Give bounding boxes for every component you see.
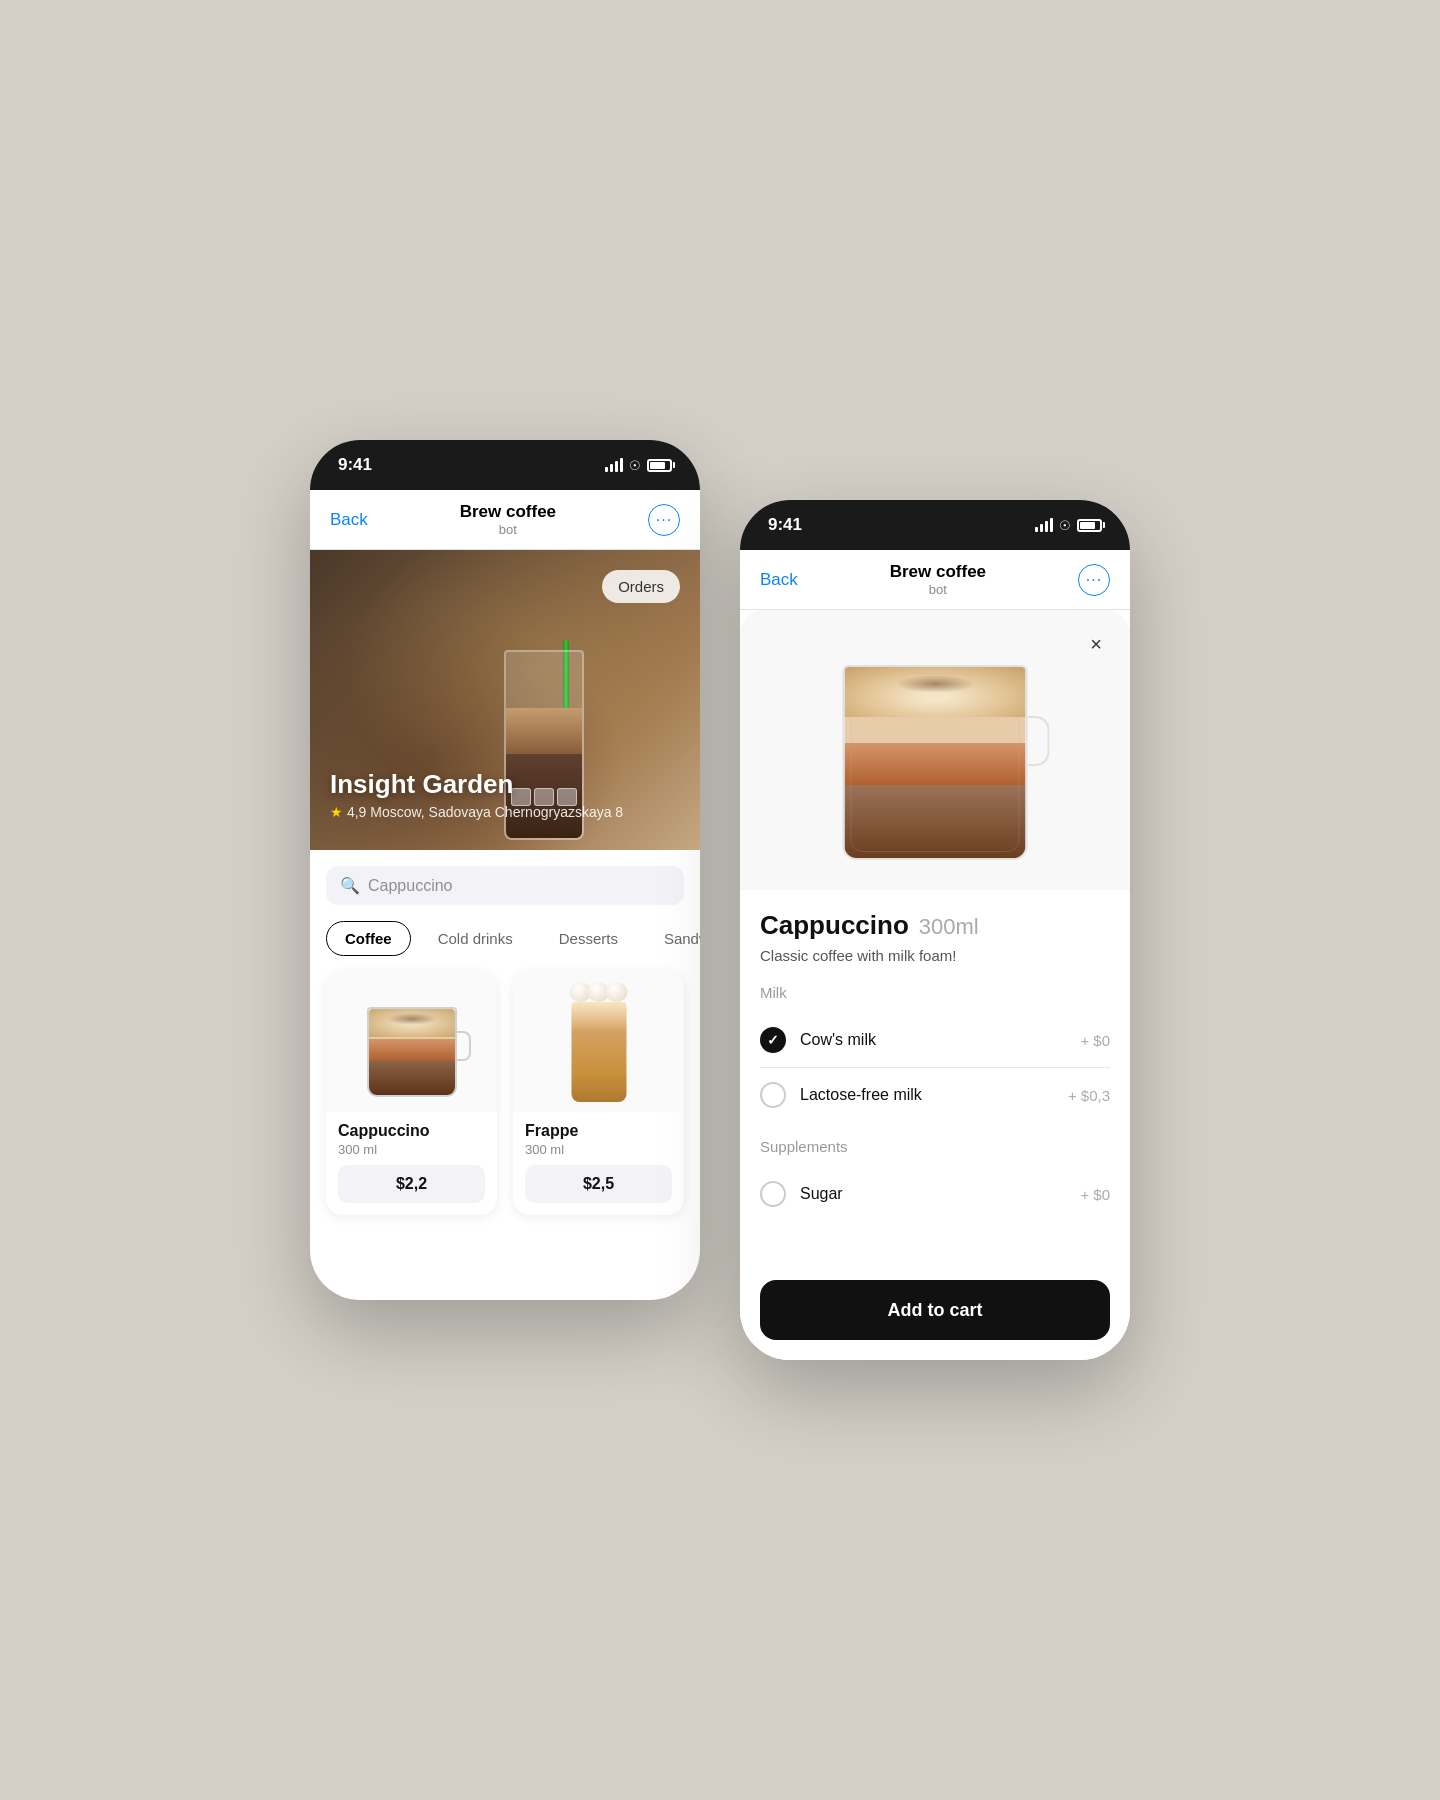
product-title-row: Cappuccino 300ml xyxy=(760,910,1110,941)
detail-product-volume: 300ml xyxy=(919,914,979,940)
frappe-image-area xyxy=(513,972,684,1112)
frappe-info: Frappe 300 ml $2,5 xyxy=(513,1112,684,1215)
status-icons-right: ☉ xyxy=(1035,518,1102,533)
more-button-left[interactable]: ··· xyxy=(648,504,680,536)
cappuccino-info: Cappuccino 300 ml $2,2 xyxy=(326,1112,497,1215)
detail-card: × xyxy=(740,610,1130,1360)
back-button-right[interactable]: Back xyxy=(760,570,798,590)
product-card-frappe: Frappe 300 ml $2,5 xyxy=(513,972,684,1215)
cappuccino-price-button[interactable]: $2,2 xyxy=(338,1165,485,1203)
milk-group-label: Milk xyxy=(760,984,1110,1001)
radio-sugar[interactable] xyxy=(760,1181,786,1207)
menu-body: Insight Garden ★ 4,9 Moscow, Sadovaya Ch… xyxy=(310,550,700,1300)
search-input[interactable]: Cappuccino xyxy=(368,877,453,895)
nav-title-sub-left: bot xyxy=(460,522,556,537)
nav-bar-right: Back Brew coffee bot ··· xyxy=(740,550,1130,610)
frappe-name: Frappe xyxy=(525,1122,672,1140)
detail-product-description: Classic coffee with milk foam! xyxy=(760,947,1110,964)
phone-detail-screen: 9:41 ☉ Back Brew coffee bot ··· × xyxy=(740,500,1130,1360)
radio-lactose-free[interactable] xyxy=(760,1082,786,1108)
frappe-volume: 300 ml xyxy=(525,1142,672,1157)
milk-option-group: Milk ✓ Cow's milk + $0 Lactose-free milk… xyxy=(760,984,1110,1122)
detail-content: Cappuccino 300ml Classic coffee with mil… xyxy=(740,890,1130,1264)
wifi-icon-right: ☉ xyxy=(1059,518,1071,533)
search-box[interactable]: 🔍 Cappuccino xyxy=(326,866,684,905)
sugar-price: + $0 xyxy=(1080,1186,1110,1203)
add-to-cart-button[interactable]: Add to cart xyxy=(760,1280,1110,1340)
tab-sandwich[interactable]: Sandwich xyxy=(645,921,700,956)
back-button-left[interactable]: Back xyxy=(330,510,368,530)
status-bar-left: 9:41 ☉ xyxy=(310,440,700,490)
cows-milk-label: Cow's milk xyxy=(800,1031,1066,1049)
cappuccino-volume: 300 ml xyxy=(338,1142,485,1157)
detail-body: × xyxy=(740,610,1130,1360)
cappuccino-image-area xyxy=(326,972,497,1112)
sugar-label: Sugar xyxy=(800,1185,1066,1203)
lactose-free-label: Lactose-free milk xyxy=(800,1086,1054,1104)
supplements-group-label: Supplements xyxy=(760,1138,1110,1155)
tab-coffee[interactable]: Coffee xyxy=(326,921,411,956)
hero-address: Moscow, Sadovaya Chernogryazskaya 8 xyxy=(370,804,623,820)
products-grid: Cappuccino 300 ml $2,2 xyxy=(310,964,700,1235)
nav-title-right: Brew coffee bot xyxy=(890,562,986,597)
hero-title: Insight Garden xyxy=(330,769,623,800)
signal-icon-right xyxy=(1035,518,1053,532)
wifi-icon-left: ☉ xyxy=(629,458,641,473)
detail-product-name: Cappuccino xyxy=(760,910,909,941)
detail-cappuccino-illustration xyxy=(835,640,1035,860)
more-dots-icon-left: ··· xyxy=(656,512,672,528)
supplements-option-group: Supplements Sugar + $0 xyxy=(760,1138,1110,1221)
status-time-right: 9:41 xyxy=(768,515,802,535)
milk-option-cows[interactable]: ✓ Cow's milk + $0 xyxy=(760,1013,1110,1068)
status-icons-left: ☉ xyxy=(605,458,672,473)
check-icon: ✓ xyxy=(767,1032,779,1048)
search-section: 🔍 Cappuccino xyxy=(310,850,700,913)
frappe-illustration xyxy=(559,982,639,1102)
milk-option-lactose-free[interactable]: Lactose-free milk + $0,3 xyxy=(760,1068,1110,1122)
search-icon: 🔍 xyxy=(340,876,360,895)
status-time-left: 9:41 xyxy=(338,455,372,475)
nav-title-main-left: Brew coffee xyxy=(460,502,556,522)
nav-title-left: Brew coffee bot xyxy=(460,502,556,537)
star-icon: ★ xyxy=(330,804,343,820)
frappe-price-button[interactable]: $2,5 xyxy=(525,1165,672,1203)
battery-icon-right xyxy=(1077,519,1102,532)
status-bar-right: 9:41 ☉ xyxy=(740,500,1130,550)
radio-cows-milk[interactable]: ✓ xyxy=(760,1027,786,1053)
category-tabs: Coffee Cold drinks Desserts Sandwich xyxy=(310,913,700,964)
rating-value: 4,9 xyxy=(347,804,366,820)
nav-title-sub-right: bot xyxy=(890,582,986,597)
phone-menu-screen: 9:41 ☉ Back Brew coffee bot ··· xyxy=(310,440,700,1300)
supplement-option-sugar[interactable]: Sugar + $0 xyxy=(760,1167,1110,1221)
hero-section: Insight Garden ★ 4,9 Moscow, Sadovaya Ch… xyxy=(310,550,700,850)
hero-text: Insight Garden ★ 4,9 Moscow, Sadovaya Ch… xyxy=(330,769,623,820)
more-dots-icon-right: ··· xyxy=(1086,572,1102,588)
orders-badge[interactable]: Orders xyxy=(602,570,680,603)
nav-title-main-right: Brew coffee xyxy=(890,562,986,582)
lactose-free-price: + $0,3 xyxy=(1068,1087,1110,1104)
nav-bar-left: Back Brew coffee bot ··· xyxy=(310,490,700,550)
hero-rating: ★ 4,9 Moscow, Sadovaya Chernogryazskaya … xyxy=(330,804,623,820)
detail-image-section: × xyxy=(740,610,1130,890)
signal-icon-left xyxy=(605,458,623,472)
product-card-cappuccino: Cappuccino 300 ml $2,2 xyxy=(326,972,497,1215)
tab-desserts[interactable]: Desserts xyxy=(540,921,637,956)
cappuccino-illustration xyxy=(362,987,462,1097)
more-button-right[interactable]: ··· xyxy=(1078,564,1110,596)
battery-icon-left xyxy=(647,459,672,472)
tab-cold-drinks[interactable]: Cold drinks xyxy=(419,921,532,956)
cows-milk-price: + $0 xyxy=(1080,1032,1110,1049)
close-button[interactable]: × xyxy=(1078,626,1114,662)
cappuccino-name: Cappuccino xyxy=(338,1122,485,1140)
